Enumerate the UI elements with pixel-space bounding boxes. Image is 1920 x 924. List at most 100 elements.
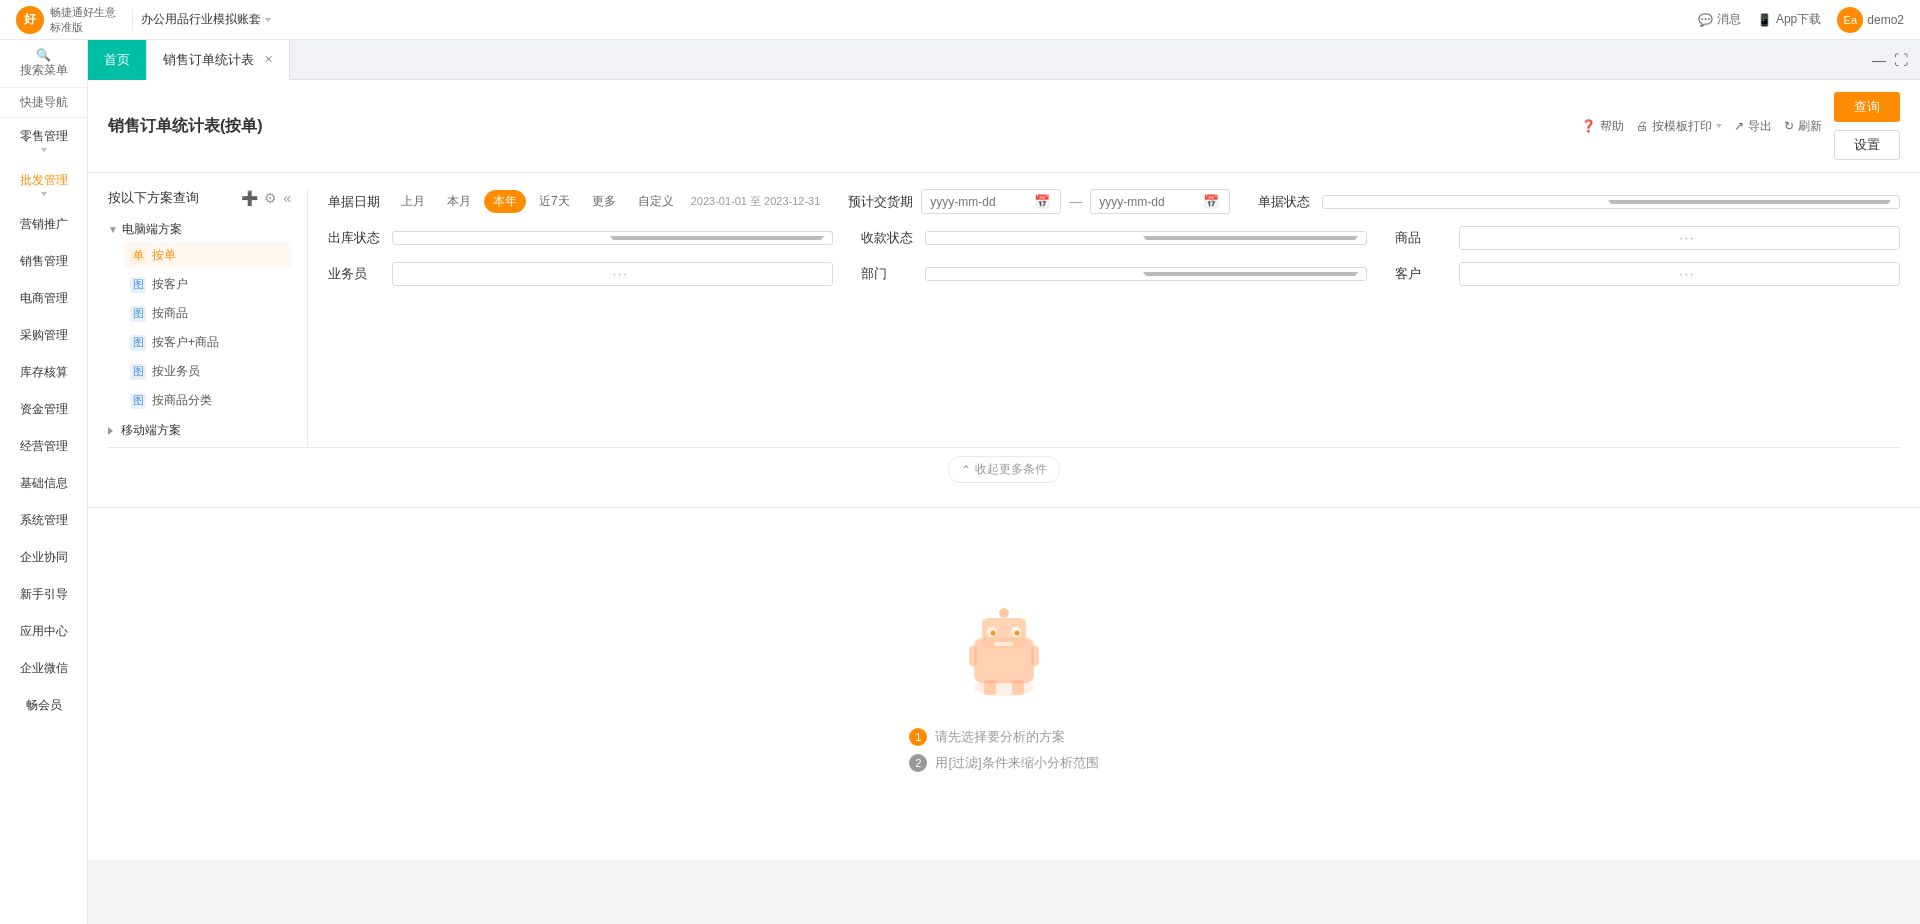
date-range-value: 2023-01-01 至 2023-12-31 (691, 194, 821, 209)
scheme-item-by-customer[interactable]: 图 按客户 (124, 271, 291, 298)
payment-status-select[interactable] (925, 231, 1366, 245)
tab-home[interactable]: 首页 (88, 40, 147, 80)
date-btn-custom[interactable]: 自定义 (629, 190, 683, 213)
tab-bar-actions: — ⛶ (290, 48, 1920, 72)
scheme-item-by-category[interactable]: 图 按商品分类 (124, 387, 291, 414)
page-content: 销售订单统计表(按单) ❓ 帮助 🖨 按模板打印 ↗ 导出 (88, 80, 1920, 924)
sidebar-item-sales[interactable]: 销售管理 (0, 243, 87, 280)
sidebar-item-marketing[interactable]: 营销推广 (0, 206, 87, 243)
goods-more-icon[interactable]: ··· (1679, 231, 1891, 245)
filter-layout: 按以下方案查询 ➕ ⚙ « ▼ (108, 189, 1900, 447)
sidebar-item-enterprise[interactable]: 企业协同 (0, 539, 87, 576)
filter-row-2: 出库状态 收款状态 商品 (328, 226, 1900, 250)
svg-point-6 (1015, 631, 1020, 636)
salesperson-select[interactable]: ··· (392, 262, 833, 286)
scheme-add-icon[interactable]: ➕ (241, 190, 258, 206)
scheme-items-desktop: 单 按单 图 按客户 图 按商品 (108, 242, 291, 414)
tab-maximize-icon[interactable]: ⛶ (1890, 48, 1912, 72)
goods-select[interactable]: ··· (1459, 226, 1900, 250)
user-area[interactable]: Ea demo2 (1837, 7, 1904, 33)
page-actions: ❓ 帮助 🖨 按模板打印 ↗ 导出 ↻ 刷新 (1581, 92, 1900, 160)
empty-hint-2: 2 用[过滤]条件来缩小分析范围 (909, 754, 1098, 772)
sidebar-item-wechat[interactable]: 企业微信 (0, 650, 87, 687)
sidebar-item-member[interactable]: 畅会员 (0, 687, 87, 724)
expected-date-end-field[interactable] (1099, 195, 1199, 209)
ship-status-select[interactable] (392, 231, 833, 245)
sidebar-item-ecommerce[interactable]: 电商管理 (0, 280, 87, 317)
svg-rect-9 (1031, 646, 1039, 666)
export-icon: ↗ (1734, 119, 1744, 133)
scheme-group-mobile-title[interactable]: 移动端方案 (108, 418, 291, 443)
app-download-button[interactable]: 📱 App下载 (1757, 11, 1821, 28)
date-btn-last-7-days[interactable]: 近7天 (530, 190, 579, 213)
date-shortcuts: 上月 本月 本年 近7天 更多 自定义 (392, 190, 683, 213)
sidebar-item-purchase[interactable]: 采购管理 (0, 317, 87, 354)
sidebar-item-finance[interactable]: 资金管理 (0, 391, 87, 428)
expected-date-start-field[interactable] (930, 195, 1030, 209)
salesperson-label: 业务员 (328, 265, 384, 283)
date-btn-this-year[interactable]: 本年 (484, 190, 526, 213)
collapse-button[interactable]: ⌃ 收起更多条件 (948, 456, 1060, 483)
department-dropdown-icon (1143, 272, 1358, 276)
refresh-button[interactable]: ↻ 刷新 (1784, 118, 1822, 135)
scheme-item-by-order[interactable]: 单 按单 (124, 242, 291, 269)
expected-date-end-input[interactable]: 📅 (1090, 189, 1230, 214)
sidebar-item-appstore[interactable]: 应用中心 (0, 613, 87, 650)
sidebar-item-newbie[interactable]: 新手引导 (0, 576, 87, 613)
date-btn-last-month[interactable]: 上月 (392, 190, 434, 213)
scheme-item-by-product[interactable]: 图 按商品 (124, 300, 291, 327)
help-button[interactable]: ❓ 帮助 (1581, 118, 1624, 135)
retail-expand-icon (41, 148, 47, 152)
date-btn-this-month[interactable]: 本月 (438, 190, 480, 213)
customer-more-icon[interactable]: ··· (1679, 267, 1891, 281)
scheme-group-desktop: ▼ 电脑端方案 单 按单 图 (108, 217, 291, 414)
wholesale-expand-icon (41, 192, 47, 196)
setting-button[interactable]: 设置 (1834, 130, 1900, 160)
sidebar-search[interactable]: 🔍 搜索菜单 (0, 40, 87, 88)
scheme-settings-icon[interactable]: ⚙ (264, 190, 277, 206)
empty-state: 1 请先选择要分析的方案 2 用[过滤]条件来缩小分析范围 (88, 508, 1920, 860)
sidebar-quick-nav[interactable]: 快捷导航 (0, 88, 87, 118)
query-button[interactable]: 查询 (1834, 92, 1900, 122)
svg-rect-10 (984, 680, 996, 695)
export-button[interactable]: ↗ 导出 (1734, 118, 1772, 135)
sidebar-item-inventory[interactable]: 库存核算 (0, 354, 87, 391)
svg-rect-7 (994, 642, 1014, 646)
scheme-group-desktop-title[interactable]: ▼ 电脑端方案 (108, 217, 291, 242)
date-btn-more[interactable]: 更多 (583, 190, 625, 213)
svg-point-5 (991, 631, 996, 636)
logo-text: 畅捷通好生意 标准版 (50, 5, 116, 34)
scheme-item-by-customer-product[interactable]: 图 按客户+商品 (124, 329, 291, 356)
salesperson-more-icon[interactable]: ··· (613, 267, 825, 281)
sidebar: 🔍 搜索菜单 快捷导航 零售管理 批发管理 营销推广 销售管理 电商管理 采购管… (0, 40, 88, 924)
department-select[interactable] (925, 267, 1366, 281)
sidebar-item-basic[interactable]: 基础信息 (0, 465, 87, 502)
tab-sales-stats[interactable]: 销售订单统计表 ✕ (147, 40, 290, 80)
workspace-selector[interactable]: 办公用品行业模拟账套 (132, 9, 279, 30)
expected-date-start-input[interactable]: 📅 (921, 189, 1061, 214)
top-bar-right: 💬 消息 📱 App下载 Ea demo2 (1698, 7, 1904, 33)
sidebar-item-system[interactable]: 系统管理 (0, 502, 87, 539)
hint-num-2: 2 (909, 754, 927, 772)
sidebar-item-retail[interactable]: 零售管理 (0, 118, 87, 162)
tab-close-icon[interactable]: ✕ (264, 53, 273, 66)
empty-hint-1: 1 请先选择要分析的方案 (909, 728, 1098, 746)
refresh-icon: ↻ (1784, 119, 1794, 133)
customer-select[interactable]: ··· (1459, 262, 1900, 286)
sidebar-item-wholesale[interactable]: 批发管理 (0, 162, 87, 206)
doc-status-select[interactable] (1322, 195, 1900, 209)
scheme-panel-header: 按以下方案查询 ➕ ⚙ « (108, 189, 291, 207)
tab-minimize-icon[interactable]: — (1868, 48, 1890, 72)
logo-area: 好 畅捷通好生意 标准版 (16, 5, 116, 34)
scheme-panel-actions: ➕ ⚙ « (241, 190, 291, 206)
template-print-button[interactable]: 🖨 按模板打印 (1636, 118, 1722, 135)
customer-label: 客户 (1395, 265, 1451, 283)
filter-row-1: 单据日期 上月 本月 本年 近7天 更多 自定义 2023-01-01 至 20… (328, 189, 1900, 214)
ship-status-dropdown-icon (610, 236, 825, 240)
scheme-collapse-icon[interactable]: « (283, 190, 291, 206)
expected-date-label: 预计交货期 (848, 193, 913, 211)
scheme-item-by-salesperson[interactable]: 图 按业务员 (124, 358, 291, 385)
goods-label: 商品 (1395, 229, 1451, 247)
message-button[interactable]: 💬 消息 (1698, 11, 1741, 28)
sidebar-item-operations[interactable]: 经营管理 (0, 428, 87, 465)
